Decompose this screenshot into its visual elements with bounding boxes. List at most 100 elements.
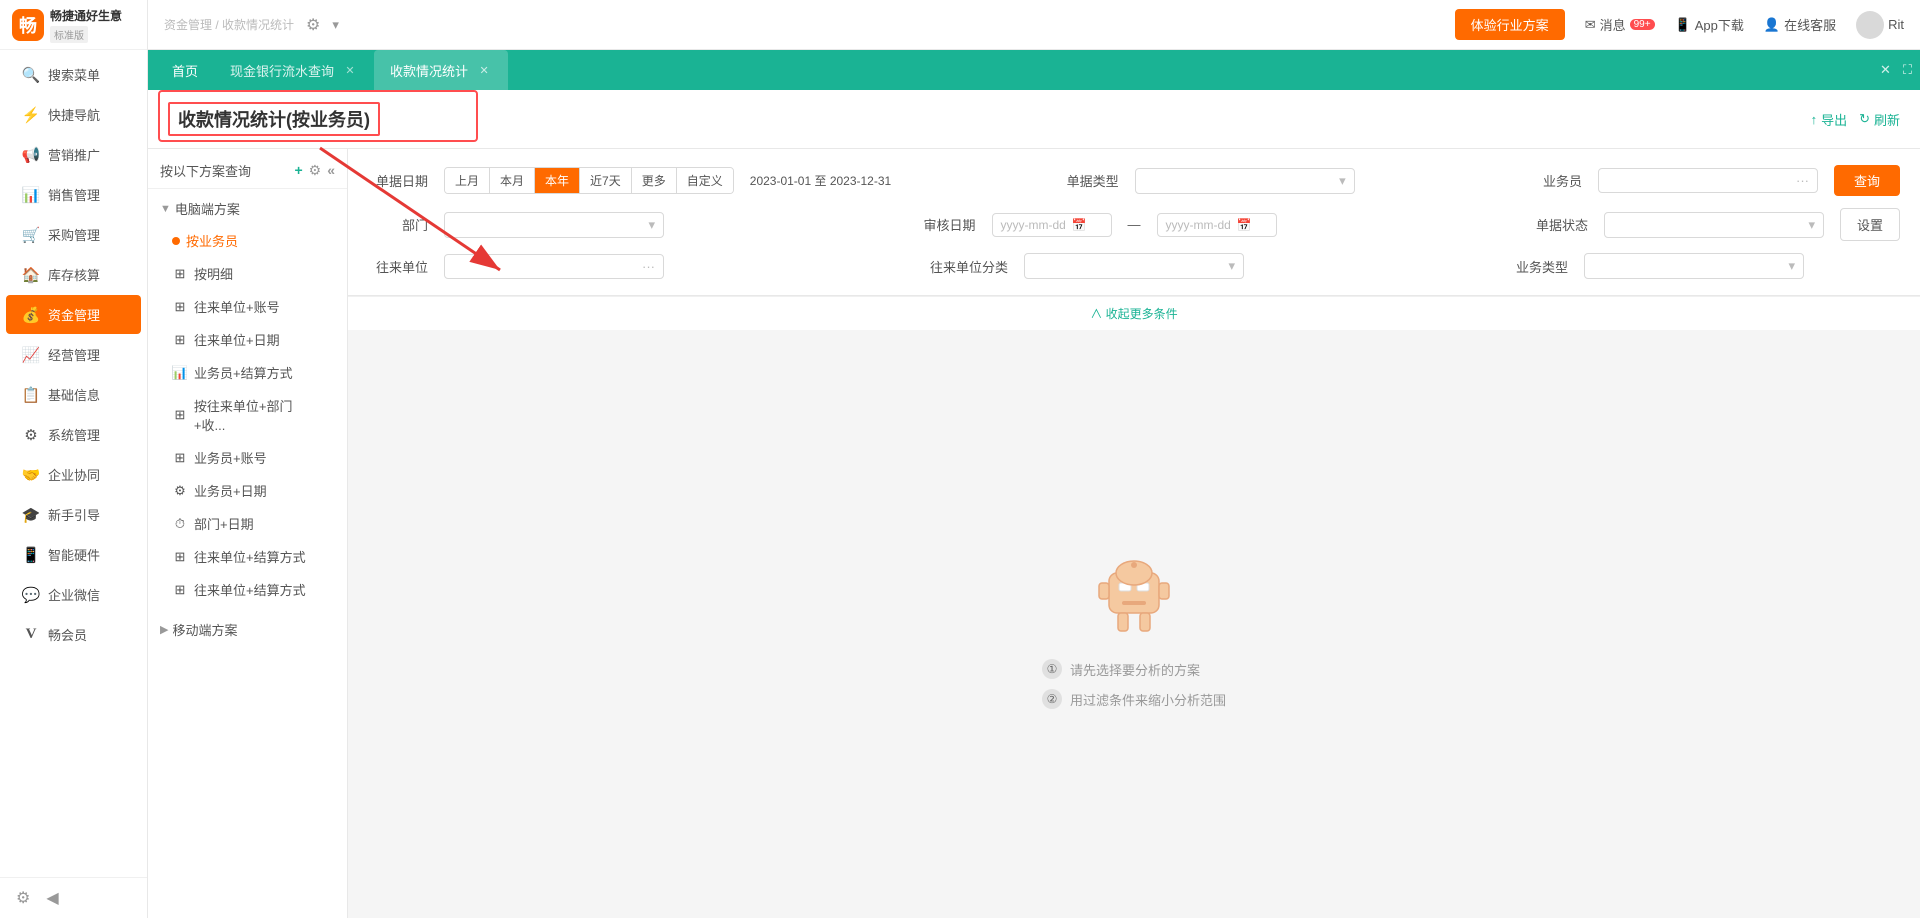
doc-status-select[interactable]: ▾	[1604, 212, 1824, 238]
sidebar-item-basicinfo[interactable]: 📋 基础信息	[6, 375, 141, 414]
logo-text: 畅捷通好生意 标准版	[50, 7, 122, 43]
scheme-item-dept-date[interactable]: ⏱ 部门+日期	[148, 507, 347, 540]
scheme-settings-icon[interactable]: ⚙	[309, 162, 322, 179]
desktop-group-header[interactable]: ▼ 电脑端方案	[148, 193, 347, 224]
scheme-item-by-salesperson[interactable]: 按业务员	[148, 224, 347, 257]
scheme-item-partner-account[interactable]: ⊞ 往来单位+账号	[148, 290, 347, 323]
sidebar-item-finance[interactable]: 💰 资金管理	[6, 295, 141, 334]
date-tab-more[interactable]: 更多	[632, 168, 677, 193]
partner-more[interactable]: ···	[642, 259, 655, 274]
sidebar-item-operations[interactable]: 📈 经营管理	[6, 335, 141, 374]
filter-row-1: 单据日期 上月 本月 本年 近7天 更多 自定义 2023-01-01 至 20…	[368, 165, 1900, 196]
doc-type-arrow: ▾	[1339, 173, 1346, 189]
scheme-item-partner-dept[interactable]: ⊞ 按往来单位+部门+收...	[148, 389, 347, 441]
sidebar-item-sales[interactable]: 📊 销售管理	[6, 175, 141, 214]
fullscreen-icon[interactable]: ⛶	[1903, 62, 1912, 78]
sidebar-nav: 🔍 搜索菜单 ⚡ 快捷导航 📢 营销推广 📊 销售管理 🛒 采购管理 🏠 库存核…	[0, 50, 147, 877]
refresh-button[interactable]: ↻ 刷新	[1859, 110, 1900, 129]
topbar-settings-icon[interactable]: ⚙	[306, 15, 320, 35]
logo-icon: 畅	[12, 9, 44, 41]
salesperson-more[interactable]: ···	[1796, 173, 1809, 188]
tab-close-bank-flow[interactable]: ✕	[342, 62, 358, 78]
scheme-item-salesperson-settlement[interactable]: 📊 业务员+结算方式	[148, 356, 347, 389]
export-button[interactable]: ↑ 导出	[1811, 110, 1848, 129]
sidebar-item-system[interactable]: ⚙ 系统管理	[6, 415, 141, 454]
date-tab-this-year[interactable]: 本年	[535, 168, 580, 193]
doc-type-select[interactable]: ▾	[1135, 168, 1355, 194]
settings-button[interactable]: 设置	[1840, 208, 1900, 241]
sidebar-item-quicknav[interactable]: ⚡ 快捷导航	[6, 95, 141, 134]
business-type-select[interactable]: ▾	[1584, 253, 1804, 279]
date-tab-last-month[interactable]: 上月	[445, 168, 490, 193]
doc-type-label: 单据类型	[1059, 171, 1119, 190]
user-avatar	[1856, 11, 1884, 39]
add-scheme-icon[interactable]: +	[294, 162, 302, 179]
topbar-right: 体验行业方案 ✉ 消息 99+ 📱 App下载 👤 在线客服 Rit	[1455, 9, 1904, 40]
salesperson-select[interactable]: ···	[1598, 168, 1818, 193]
review-date-to[interactable]: yyyy-mm-dd 📅	[1157, 213, 1277, 237]
scheme-item-by-detail[interactable]: ⊞ 按明细	[148, 257, 347, 290]
sidebar-item-marketing[interactable]: 📢 营销推广	[6, 135, 141, 174]
scheme-item-partner-date[interactable]: ⊞ 往来单位+日期	[148, 323, 347, 356]
trial-button[interactable]: 体验行业方案	[1455, 9, 1565, 40]
sidebar-item-enterprise[interactable]: 🤝 企业协同	[6, 455, 141, 494]
message-button[interactable]: ✉ 消息 99+	[1585, 15, 1655, 34]
partner-category-label: 往来单位分类	[928, 257, 1008, 276]
doc-status-label: 单据状态	[1528, 215, 1588, 234]
date-range-display: 2023-01-01 至 2023-12-31	[750, 172, 891, 189]
online-service-button[interactable]: 👤 在线客服	[1764, 15, 1836, 34]
user-profile[interactable]: Rit	[1856, 11, 1904, 39]
app-download-button[interactable]: 📱 App下载	[1675, 15, 1744, 34]
topbar-dropdown-icon[interactable]: ▾	[332, 17, 339, 33]
mobile-group-arrow: ▶	[160, 623, 168, 636]
scheme-item-partner-settlement1[interactable]: ⊞ 往来单位+结算方式	[148, 540, 347, 573]
beginner-icon: 🎓	[22, 506, 40, 524]
scheme-item-salesperson-account[interactable]: ⊞ 业务员+账号	[148, 441, 347, 474]
item-icon-salesperson-settlement: 📊	[172, 365, 188, 381]
sales-icon: 📊	[22, 186, 40, 204]
sidebar-item-purchase[interactable]: 🛒 采购管理	[6, 215, 141, 254]
edition-badge: 标准版	[50, 26, 88, 43]
sidebar-item-smarthw[interactable]: 📱 智能硬件	[6, 535, 141, 574]
date-tab-custom[interactable]: 自定义	[677, 168, 733, 193]
message-badge: 99+	[1630, 19, 1655, 30]
scheme-item-salesperson-date[interactable]: ⚙ 业务员+日期	[148, 474, 347, 507]
sidebar-item-vip[interactable]: V 畅会员	[6, 615, 141, 654]
quicknav-icon: ⚡	[22, 106, 40, 124]
mobile-group-header[interactable]: ▶ 移动端方案	[148, 614, 347, 645]
tab-close-receipt-stat[interactable]: ✕	[476, 62, 492, 78]
sidebar-item-search[interactable]: 🔍 搜索菜单	[6, 55, 141, 94]
sidebar-item-beginner[interactable]: 🎓 新手引导	[6, 495, 141, 534]
item-icon-dept-date: ⏱	[172, 516, 188, 532]
business-type-arrow: ▾	[1788, 258, 1795, 274]
review-date-from[interactable]: yyyy-mm-dd 📅	[992, 213, 1112, 237]
collapse-panel-icon[interactable]: «	[327, 162, 335, 179]
date-tab-this-month[interactable]: 本月	[490, 168, 535, 193]
close-tab-icon[interactable]: ✕	[1880, 62, 1891, 78]
sidebar-logo: 畅 畅捷通好生意 标准版	[0, 0, 147, 50]
sidebar-item-wechat[interactable]: 💬 企业微信	[6, 575, 141, 614]
dept-select[interactable]: ▾	[444, 212, 664, 238]
date-tab-last-7[interactable]: 近7天	[580, 168, 632, 193]
tab-home[interactable]: 首页	[156, 50, 214, 90]
date-label: 单据日期	[368, 171, 428, 190]
review-date-label: 审核日期	[916, 215, 976, 234]
settings-footer-icon[interactable]: ⚙	[16, 888, 30, 908]
partner-category-select[interactable]: ▾	[1024, 253, 1244, 279]
sidebar: 畅 畅捷通好生意 标准版 🔍 搜索菜单 ⚡ 快捷导航 📢 营销推广 📊 销售管理…	[0, 0, 148, 918]
query-button[interactable]: 查询	[1834, 165, 1900, 196]
finance-icon: 💰	[22, 306, 40, 324]
empty-illustration	[1074, 543, 1194, 643]
tab-receipt-stat[interactable]: 收款情况统计 ✕	[374, 50, 508, 90]
collapse-more-conditions[interactable]: ∧ 收起更多条件	[348, 296, 1920, 330]
wechat-icon: 💬	[22, 586, 40, 604]
smarthw-icon: 📱	[22, 546, 40, 564]
mobile-scheme-group: ▶ 移动端方案	[148, 610, 347, 649]
sidebar-item-inventory[interactable]: 🏠 库存核算	[6, 255, 141, 294]
calendar-icon-from: 📅	[1072, 218, 1087, 232]
scheme-item-partner-settlement2[interactable]: ⊞ 往来单位+结算方式	[148, 573, 347, 606]
collapse-sidebar-icon[interactable]: ◀	[46, 888, 58, 908]
tab-bank-flow[interactable]: 现金银行流水查询 ✕	[214, 50, 374, 90]
partner-select[interactable]: ···	[444, 254, 664, 279]
item-icon-salesperson-date: ⚙	[172, 483, 188, 499]
